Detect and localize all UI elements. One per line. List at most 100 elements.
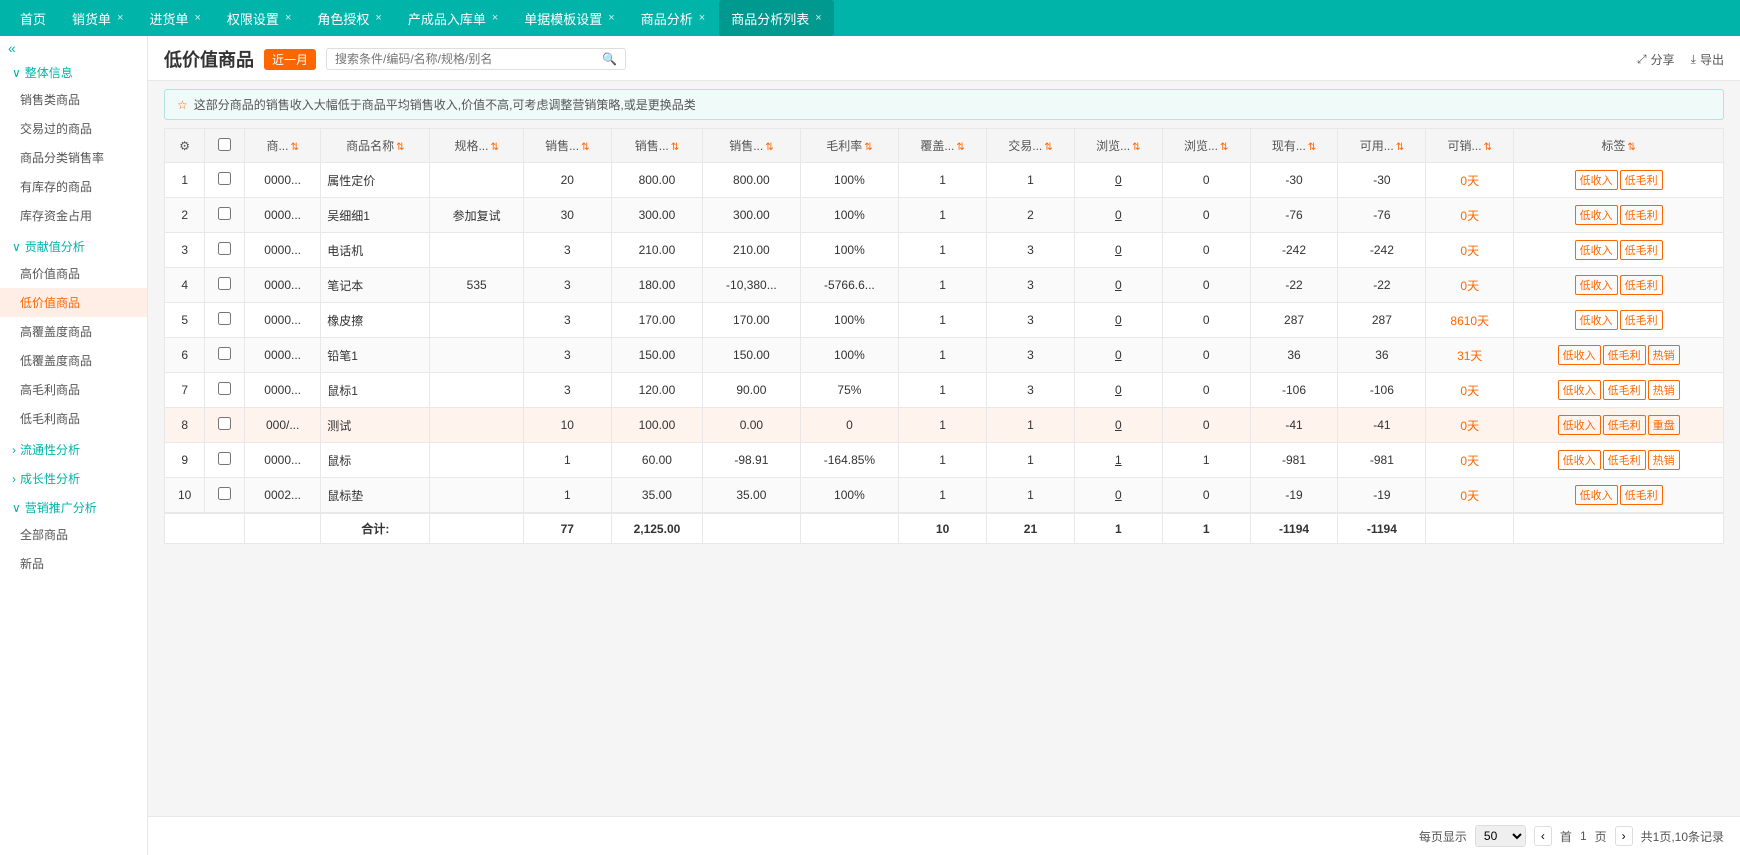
sidebar-item-new-products[interactable]: 新品 (0, 549, 147, 578)
td-browse1[interactable]: 0 (1074, 338, 1162, 373)
th-current[interactable]: 现有...⇅ (1250, 129, 1338, 163)
th-trade[interactable]: 交易...⇅ (987, 129, 1075, 163)
th-spec[interactable]: 规格...⇅ (430, 129, 523, 163)
browse1-link[interactable]: 0 (1115, 383, 1122, 397)
td-checkbox[interactable] (205, 478, 245, 514)
nav-role-auth[interactable]: 角色授权 × (305, 0, 393, 36)
nav-product-analysis-list[interactable]: 商品分析列表 × (719, 0, 833, 36)
nav-template-settings[interactable]: 单据模板设置 × (512, 0, 626, 36)
row-checkbox[interactable] (218, 207, 231, 220)
first-page-button[interactable]: ‹ (1534, 826, 1552, 846)
browse1-link[interactable]: 0 (1115, 313, 1122, 327)
sidebar-group-overall[interactable]: ∨ 整体信息 (0, 56, 147, 85)
browse1-link[interactable]: 0 (1115, 488, 1122, 502)
td-checkbox[interactable] (205, 303, 245, 338)
export-button[interactable]: ⤓ 导出 (1691, 51, 1724, 68)
row-checkbox[interactable] (218, 312, 231, 325)
search-icon[interactable]: 🔍 (602, 52, 617, 66)
td-checkbox[interactable] (205, 233, 245, 268)
browse1-link[interactable]: 0 (1115, 278, 1122, 292)
th-sales2[interactable]: 销售...⇅ (611, 129, 702, 163)
td-checkbox[interactable] (205, 198, 245, 233)
sidebar-item-low-value[interactable]: 低价值商品 (0, 288, 147, 317)
th-settings[interactable]: ⚙ (165, 129, 205, 163)
td-browse1[interactable]: 0 (1074, 478, 1162, 514)
td-browse1[interactable]: 0 (1074, 373, 1162, 408)
sidebar-item-high-margin[interactable]: 高毛利商品 (0, 375, 147, 404)
row-checkbox[interactable] (218, 382, 231, 395)
table-wrapper[interactable]: ⚙ 商...⇅ 商品名称⇅ 规格...⇅ 销售...⇅ 销售...⇅ 销售...… (148, 128, 1740, 816)
th-available[interactable]: 可用...⇅ (1338, 129, 1426, 163)
th-code[interactable]: 商...⇅ (245, 129, 321, 163)
sidebar-group-contribution[interactable]: ∨ 贡献值分析 (0, 230, 147, 259)
close-icon[interactable]: × (492, 12, 498, 24)
row-checkbox[interactable] (218, 417, 231, 430)
nav-product-entry[interactable]: 产成品入库单 × (396, 0, 510, 36)
row-checkbox[interactable] (218, 172, 231, 185)
close-icon[interactable]: × (285, 12, 291, 24)
th-sales3[interactable]: 销售...⇅ (703, 129, 801, 163)
collapse-button[interactable]: « (4, 40, 20, 56)
td-browse1[interactable]: 0 (1074, 268, 1162, 303)
browse1-link[interactable]: 0 (1115, 243, 1122, 257)
row-checkbox[interactable] (218, 347, 231, 360)
td-browse1[interactable]: 0 (1074, 303, 1162, 338)
sidebar-group-liquidity[interactable]: › 流通性分析 (0, 433, 147, 462)
row-checkbox[interactable] (218, 487, 231, 500)
close-icon[interactable]: × (815, 12, 821, 24)
td-checkbox[interactable] (205, 338, 245, 373)
th-browse1[interactable]: 浏览...⇅ (1074, 129, 1162, 163)
th-saleable[interactable]: 可销...⇅ (1426, 129, 1514, 163)
close-icon[interactable]: × (699, 12, 705, 24)
td-checkbox[interactable] (205, 443, 245, 478)
th-browse2[interactable]: 浏览...⇅ (1162, 129, 1250, 163)
nav-sales-order[interactable]: 销货单 × (60, 0, 135, 36)
row-checkbox[interactable] (218, 277, 231, 290)
sidebar-item-sales-products[interactable]: 销售类商品 (0, 85, 147, 114)
row-checkbox[interactable] (218, 242, 231, 255)
sidebar-item-low-margin[interactable]: 低毛利商品 (0, 404, 147, 433)
td-browse1[interactable]: 0 (1074, 408, 1162, 443)
next-page-button[interactable]: › (1615, 826, 1633, 846)
td-checkbox[interactable] (205, 408, 245, 443)
sidebar-group-growth[interactable]: › 成长性分析 (0, 462, 147, 491)
sidebar-item-all-products[interactable]: 全部商品 (0, 520, 147, 549)
browse1-link[interactable]: 0 (1115, 208, 1122, 222)
td-checkbox[interactable] (205, 163, 245, 198)
sidebar-item-inventory-capital[interactable]: 库存资金占用 (0, 201, 147, 230)
close-icon[interactable]: × (194, 12, 200, 24)
sidebar-item-stocked-products[interactable]: 有库存的商品 (0, 172, 147, 201)
td-browse1[interactable]: 0 (1074, 198, 1162, 233)
browse1-link[interactable]: 0 (1115, 173, 1122, 187)
sidebar-group-marketing[interactable]: ∨ 营销推广分析 (0, 491, 147, 520)
td-browse1[interactable]: 1 (1074, 443, 1162, 478)
td-browse1[interactable]: 0 (1074, 233, 1162, 268)
select-all-checkbox[interactable] (218, 138, 231, 151)
sidebar-item-category-sales-rate[interactable]: 商品分类销售率 (0, 143, 147, 172)
browse1-link[interactable]: 0 (1115, 348, 1122, 362)
td-browse1[interactable]: 0 (1074, 163, 1162, 198)
browse1-link[interactable]: 1 (1115, 453, 1122, 467)
sidebar-item-low-coverage[interactable]: 低覆盖度商品 (0, 346, 147, 375)
sidebar-item-high-value[interactable]: 高价值商品 (0, 259, 147, 288)
search-input[interactable] (335, 52, 598, 66)
close-icon[interactable]: × (117, 12, 123, 24)
nav-product-analysis[interactable]: 商品分析 × (629, 0, 717, 36)
sidebar-item-traded-products[interactable]: 交易过的商品 (0, 114, 147, 143)
td-checkbox[interactable] (205, 373, 245, 408)
th-sales1[interactable]: 销售...⇅ (523, 129, 611, 163)
per-page-select[interactable]: 50 100 200 (1475, 825, 1526, 847)
browse1-link[interactable]: 0 (1115, 418, 1122, 432)
sidebar-item-high-coverage[interactable]: 高覆盖度商品 (0, 317, 147, 346)
close-icon[interactable]: × (608, 12, 614, 24)
th-coverage[interactable]: 覆盖...⇅ (899, 129, 987, 163)
th-gross-rate[interactable]: 毛利率⇅ (800, 129, 899, 163)
share-button[interactable]: ⤢ 分享 (1637, 51, 1675, 68)
time-filter-button[interactable]: 近一月 (264, 49, 316, 70)
nav-purchase-order[interactable]: 进货单 × (137, 0, 212, 36)
th-tags[interactable]: 标签⇅ (1514, 129, 1724, 163)
td-checkbox[interactable] (205, 268, 245, 303)
th-name[interactable]: 商品名称⇅ (321, 129, 430, 163)
nav-permissions[interactable]: 权限设置 × (215, 0, 303, 36)
close-icon[interactable]: × (375, 12, 381, 24)
